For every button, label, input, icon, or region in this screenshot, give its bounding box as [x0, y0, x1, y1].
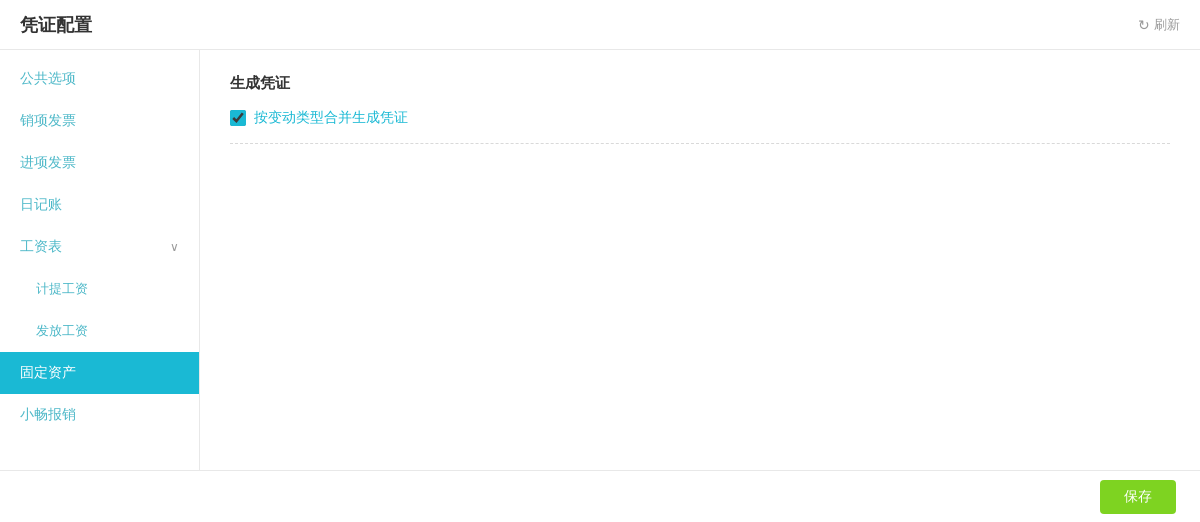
sidebar-item-fixed-assets[interactable]: 固定资产 [0, 352, 199, 394]
section-title: 生成凭证 [230, 74, 1170, 93]
merge-voucher-checkbox[interactable] [230, 110, 246, 126]
checkbox-label: 按变动类型合并生成凭证 [254, 109, 408, 127]
page-title: 凭证配置 [20, 13, 92, 37]
sidebar-item-payroll-table[interactable]: 工资表 ∨ [0, 226, 199, 268]
section-divider [230, 143, 1170, 144]
page-header: 凭证配置 ↻ 刷新 [0, 0, 1200, 50]
sidebar-item-label: 固定资产 [20, 364, 76, 382]
save-button[interactable]: 保存 [1100, 480, 1176, 514]
sidebar-item-pay-wages[interactable]: 发放工资 [0, 310, 199, 352]
sidebar: 公共选项销项发票进项发票日记账工资表 ∨ 计提工资发放工资固定资产小畅报销 [0, 50, 200, 470]
sidebar-item-purchase-invoice[interactable]: 进项发票 [0, 142, 199, 184]
refresh-icon: ↻ [1138, 17, 1150, 33]
sidebar-item-label: 日记账 [20, 196, 62, 214]
sidebar-item-label: 计提工资 [36, 280, 88, 298]
body: 公共选项销项发票进项发票日记账工资表 ∨ 计提工资发放工资固定资产小畅报销 生成凭证… [0, 50, 1200, 470]
sidebar-item-sales-invoice[interactable]: 销项发票 [0, 100, 199, 142]
sidebar-item-label: 小畅报销 [20, 406, 76, 424]
sidebar-item-label: 工资表 [20, 238, 62, 256]
sidebar-item-label: 销项发票 [20, 112, 76, 130]
refresh-button[interactable]: ↻ 刷新 [1138, 16, 1180, 34]
refresh-label: 刷新 [1154, 16, 1180, 34]
sidebar-item-label: 发放工资 [36, 322, 88, 340]
sidebar-item-provision-wages[interactable]: 计提工资 [0, 268, 199, 310]
chevron-down-icon: ∨ [170, 240, 179, 254]
page-footer: 保存 [0, 470, 1200, 522]
main-content: 生成凭证 按变动类型合并生成凭证 [200, 50, 1200, 470]
sidebar-item-petty-expense[interactable]: 小畅报销 [0, 394, 199, 436]
sidebar-item-public-options[interactable]: 公共选项 [0, 58, 199, 100]
sidebar-item-label: 进项发票 [20, 154, 76, 172]
checkbox-row: 按变动类型合并生成凭证 [230, 109, 1170, 127]
sidebar-item-label: 公共选项 [20, 70, 76, 88]
sidebar-item-journal[interactable]: 日记账 [0, 184, 199, 226]
